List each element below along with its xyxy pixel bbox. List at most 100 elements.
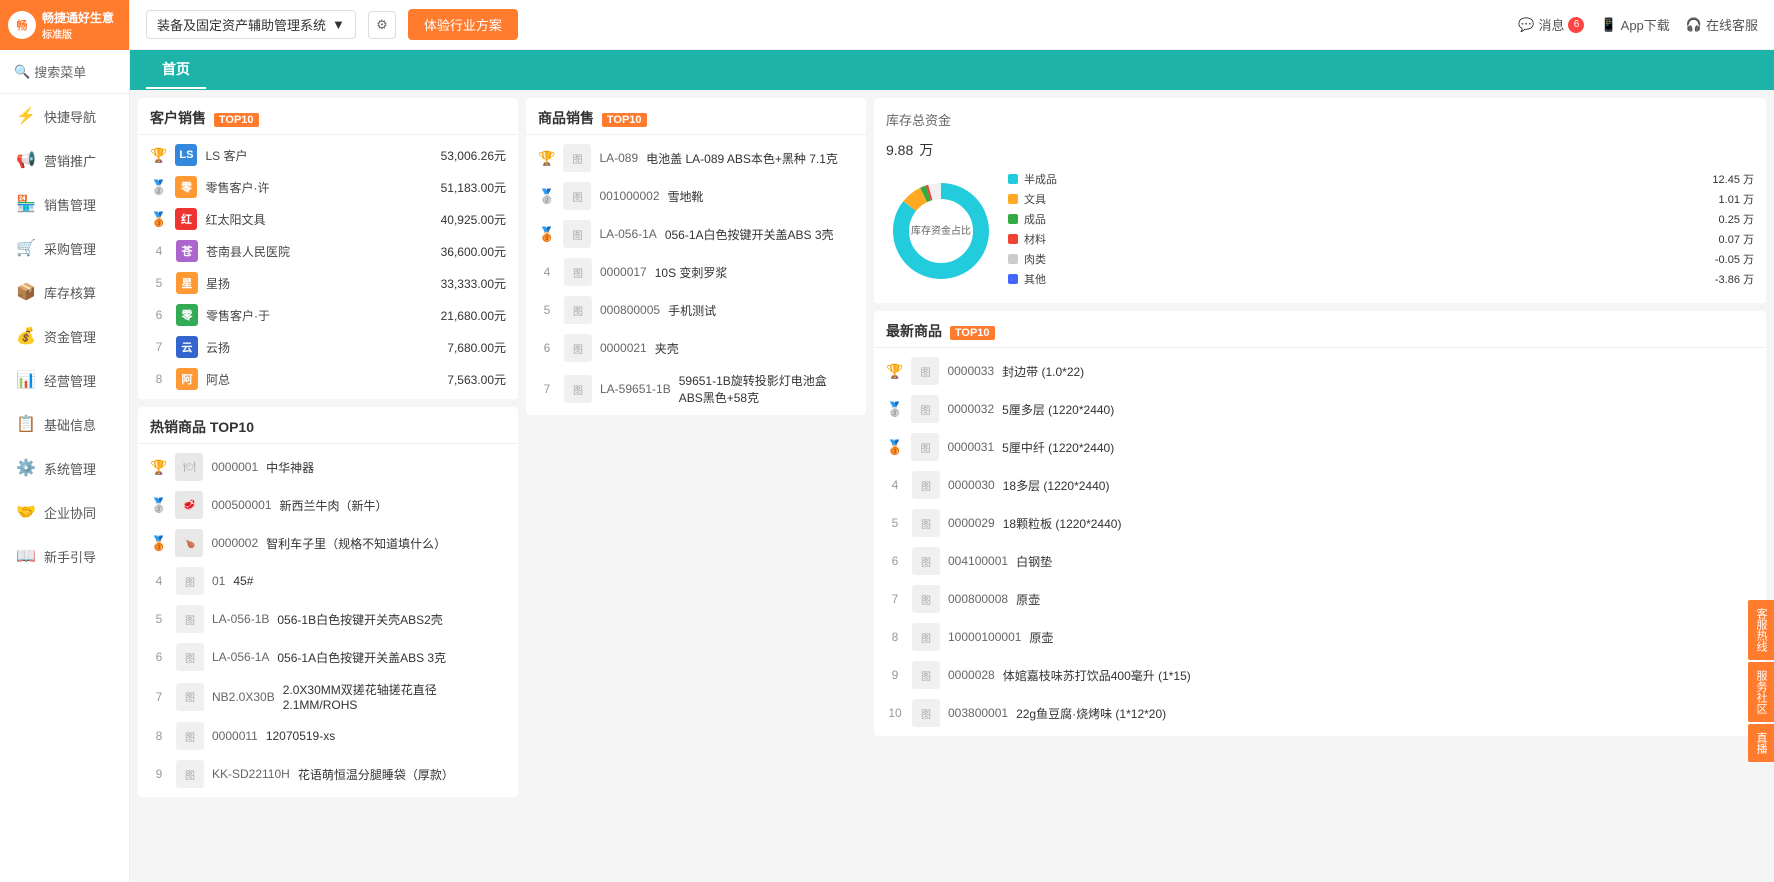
list-item: 🏆 图 LA-089 电池盖 LA-089 ABS本色+黑种 7.1克 <box>526 139 866 177</box>
customer-service-button[interactable]: 客服热线 <box>1748 600 1774 660</box>
sidebar-item-guide[interactable]: 📖 新手引导 <box>0 534 129 578</box>
system-icon: ⚙️ <box>16 458 36 478</box>
middle-panels: 商品销售 TOP10 🏆 图 LA-089 电池盖 LA-089 ABS本色+黑… <box>526 98 866 874</box>
basics-icon: 📋 <box>16 414 36 434</box>
product-image: 🍽 <box>175 453 203 481</box>
online-service-button[interactable]: 🎧 在线客服 <box>1686 15 1758 34</box>
topbar: 装备及固定资产辅助管理系统 ▼ ⚙ 体验行业方案 💬 消息 6 📱 App下载 … <box>130 0 1774 50</box>
list-item: 4 图 01 45# <box>138 562 518 600</box>
product-image: 图 <box>176 643 204 671</box>
service-community-button[interactable]: 服务社区 <box>1748 662 1774 722</box>
content-area: 客户销售 TOP10 🏆 LS LS 客户 53,006.26元 🥈 零 零售客… <box>130 90 1774 882</box>
product-image: 图 <box>912 471 940 499</box>
legend-dot <box>1008 254 1018 264</box>
sidebar-item-basics[interactable]: 📋 基础信息 <box>0 402 129 446</box>
list-item: 🥉 红 红太阳文具 40,925.00元 <box>138 203 518 235</box>
trophy-icon: 🏆 <box>886 363 903 380</box>
product-image: 图 <box>176 683 204 711</box>
customer-top10-title: 客户销售 TOP10 <box>138 98 518 135</box>
legend-dot <box>1008 194 1018 204</box>
list-item: 🥈 🥩 000500001 新西兰牛肉（新牛） <box>138 486 518 524</box>
main: 装备及固定资产辅助管理系统 ▼ ⚙ 体验行业方案 💬 消息 6 📱 App下载 … <box>130 0 1774 882</box>
svg-text:库存资金占比: 库存资金占比 <box>911 224 971 237</box>
product-image: 图 <box>563 144 591 172</box>
customer-badge: 苍 <box>176 240 198 262</box>
inventory-amount: 9.88 万 <box>886 135 1754 161</box>
logo-icon: 畅 <box>8 11 36 39</box>
sidebar-item-finance[interactable]: 💰 资金管理 <box>0 314 129 358</box>
sidebar-item-sales[interactable]: 🏪 销售管理 <box>0 182 129 226</box>
legend-item: 文具 1.01 万 <box>1008 191 1754 207</box>
messages-button[interactable]: 💬 消息 6 <box>1518 15 1584 34</box>
product-image: 图 <box>911 433 939 461</box>
trophy-icon: 🏆 <box>150 147 167 164</box>
list-item: 7 图 NB2.0X30B 2.0X30MM双搓花轴搓花直径2.1MM/ROHS <box>138 676 518 717</box>
product-image: 图 <box>912 661 940 689</box>
list-item: 🥈 零 零售客户·许 51,183.00元 <box>138 171 518 203</box>
list-item: 4 图 0000030 18多层 (1220*2440) <box>874 466 1766 504</box>
sidebar-item-system[interactable]: ⚙️ 系统管理 <box>0 446 129 490</box>
customer-badge: 零 <box>176 304 198 326</box>
chevron-down-icon: ▼ <box>332 17 345 32</box>
list-item: 6 图 004100001 白钢垫 <box>874 542 1766 580</box>
left-panels: 客户销售 TOP10 🏆 LS LS 客户 53,006.26元 🥈 零 零售客… <box>138 98 518 874</box>
list-item: 🏆 图 0000033 封边带 (1.0*22) <box>874 352 1766 390</box>
product-image: 图 <box>912 509 940 537</box>
sidebar: 畅 畅捷通好生意 标准版 🔍 搜索菜单 ⚡ 快捷导航 📢 营销推广 🏪 销售管理… <box>0 0 130 882</box>
legend-dot <box>1008 174 1018 184</box>
customer-badge: 云 <box>176 336 198 358</box>
right-panels: 库存总资金 9.88 万 <box>874 98 1766 874</box>
sidebar-item-marketing[interactable]: 📢 营销推广 <box>0 138 129 182</box>
legend-dot <box>1008 214 1018 224</box>
product-sales-title: 商品销售 TOP10 <box>526 98 866 135</box>
newest-products-list: 🏆 图 0000033 封边带 (1.0*22) 🥈 图 0000032 5厘多… <box>874 348 1766 736</box>
list-item: 7 图 000800008 原壶 <box>874 580 1766 618</box>
product-image: 图 <box>176 567 204 595</box>
system-selector[interactable]: 装备及固定资产辅助管理系统 ▼ <box>146 10 356 39</box>
trophy-icon: 🏆 <box>538 150 555 167</box>
sidebar-item-operations[interactable]: 📊 经营管理 <box>0 358 129 402</box>
list-item: 🥉 图 LA-056-1A 056-1A白色按键开关盖ABS 3壳 <box>526 215 866 253</box>
app-download-button[interactable]: 📱 App下载 <box>1600 15 1669 34</box>
legend-dot <box>1008 234 1018 244</box>
list-item: 7 云 云扬 7,680.00元 <box>138 331 518 363</box>
product-image: 图 <box>176 760 204 788</box>
customer-badge: 零 <box>175 176 197 198</box>
list-item: 🥈 图 0000032 5厘多层 (1220*2440) <box>874 390 1766 428</box>
product-image: 图 <box>912 623 940 651</box>
float-buttons: 客服热线 服务社区 直播 <box>1748 600 1774 762</box>
list-item: 9 图 KK-SD22110H 花语萌恒温分腿睡袋（厚款） <box>138 755 518 793</box>
settings-icon[interactable]: ⚙ <box>368 11 396 39</box>
sidebar-item-collab[interactable]: 🤝 企业协同 <box>0 490 129 534</box>
inventory-icon: 📦 <box>16 282 36 302</box>
customer-badge: LS <box>175 144 197 166</box>
customer-badge: 红 <box>175 208 197 230</box>
legend-item: 材料 0.07 万 <box>1008 231 1754 247</box>
product-image: 图 <box>564 296 592 324</box>
sidebar-search[interactable]: 🔍 搜索菜单 <box>0 50 129 94</box>
trophy-icon: 🥉 <box>150 535 167 552</box>
legend-list: 半成品 12.45 万 文具 1.01 万 成品 0 <box>1008 171 1754 291</box>
trophy-icon: 🥉 <box>886 439 903 456</box>
list-item: 🥈 图 001000002 雪地靴 <box>526 177 866 215</box>
tab-home[interactable]: 首页 <box>146 51 206 89</box>
list-item: 9 图 0000028 体婠嘉枝味苏打饮品400毫升 (1*15) <box>874 656 1766 694</box>
headset-icon: 🎧 <box>1686 17 1702 33</box>
operations-icon: 📊 <box>16 370 36 390</box>
sidebar-item-inventory[interactable]: 📦 库存核算 <box>0 270 129 314</box>
product-image: 图 <box>176 722 204 750</box>
inventory-title: 库存总资金 <box>886 110 1754 129</box>
list-item: 5 图 LA-056-1B 056-1B白色按键开关壳ABS2壳 <box>138 600 518 638</box>
list-item: 4 图 0000017 10S 变刺罗浆 <box>526 253 866 291</box>
customer-rank-list: 🏆 LS LS 客户 53,006.26元 🥈 零 零售客户·许 51,183.… <box>138 135 518 399</box>
live-button[interactable]: 直播 <box>1748 724 1774 762</box>
sidebar-item-quicknav[interactable]: ⚡ 快捷导航 <box>0 94 129 138</box>
search-menu-button[interactable]: 🔍 搜索菜单 <box>8 58 121 85</box>
trial-button[interactable]: 体验行业方案 <box>408 9 518 40</box>
sidebar-item-purchase[interactable]: 🛒 采购管理 <box>0 226 129 270</box>
legend-item: 其他 -3.86 万 <box>1008 271 1754 287</box>
finance-icon: 💰 <box>16 326 36 346</box>
customer-badge: 星 <box>176 272 198 294</box>
trophy-icon: 🥈 <box>538 188 555 205</box>
phone-icon: 📱 <box>1600 17 1616 33</box>
